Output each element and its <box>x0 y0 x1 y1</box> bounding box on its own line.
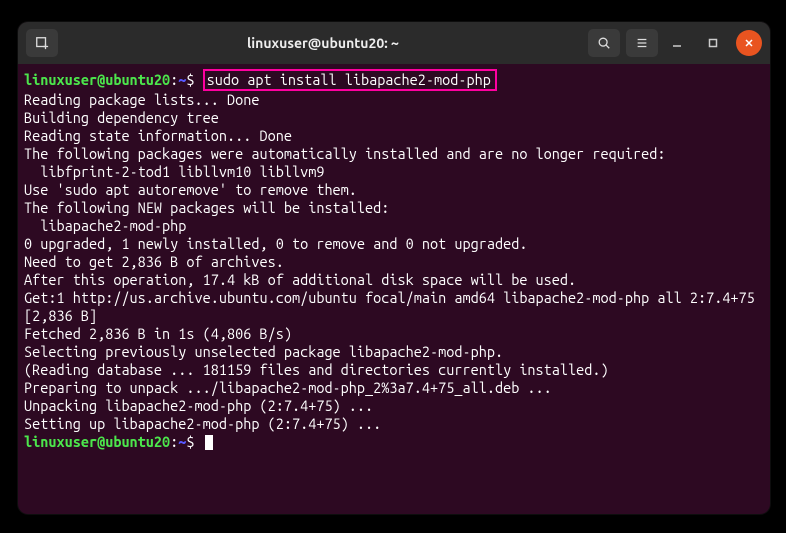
hamburger-icon <box>635 36 649 50</box>
output-line: After this operation, 17.4 kB of additio… <box>24 271 576 288</box>
output-line: The following packages were automaticall… <box>24 145 665 162</box>
output-line: Reading package lists... Done <box>24 91 259 108</box>
output-line: Unpacking libapache2-mod-php (2:7.4+75) … <box>24 397 373 414</box>
maximize-icon <box>707 37 719 49</box>
output-line: libfprint-2-tod1 libllvm10 libllvm9 <box>24 163 324 180</box>
output-line: (Reading database ... 181159 files and d… <box>24 361 609 378</box>
output-line: Selecting previously unselected package … <box>24 343 503 360</box>
output-line: 0 upgraded, 1 newly installed, 0 to remo… <box>24 235 527 252</box>
output-line: Need to get 2,836 B of archives. <box>24 253 284 270</box>
search-icon <box>597 36 611 50</box>
window-controls <box>664 30 762 56</box>
new-tab-icon <box>35 36 49 50</box>
cursor <box>205 435 213 450</box>
minimize-icon <box>671 37 683 49</box>
output-line: Use 'sudo apt autoremove' to remove them… <box>24 181 357 198</box>
command-text: sudo apt install libapache2-mod-php <box>207 71 491 88</box>
command-highlight: sudo apt install libapache2-mod-php <box>203 69 497 91</box>
output-line: Fetched 2,836 B in 1s (4,806 B/s) <box>24 325 292 342</box>
close-button[interactable] <box>736 30 762 56</box>
output-line: Setting up libapache2-mod-php (2:7.4+75)… <box>24 415 381 432</box>
titlebar: linuxuser@ubuntu20: ~ <box>18 22 770 64</box>
prompt-sigil: $ <box>186 433 194 450</box>
output-line: Reading state information... Done <box>24 127 292 144</box>
menu-button[interactable] <box>626 29 658 57</box>
new-tab-button[interactable] <box>26 29 58 57</box>
maximize-button[interactable] <box>700 30 726 56</box>
prompt-sigil: $ <box>186 71 194 88</box>
search-button[interactable] <box>588 29 620 57</box>
output-line: Get:1 http://us.archive.ubuntu.com/ubunt… <box>24 289 763 324</box>
window-title: linuxuser@ubuntu20: ~ <box>64 35 582 51</box>
prompt-user-host: linuxuser@ubuntu20 <box>24 71 170 88</box>
output-line: libapache2-mod-php <box>24 217 186 234</box>
output-line: Building dependency tree <box>24 109 219 126</box>
minimize-button[interactable] <box>664 30 690 56</box>
output-line: Preparing to unpack .../libapache2-mod-p… <box>24 379 552 396</box>
terminal-window: linuxuser@ubuntu20: ~ linuxuser@ubuntu20… <box>18 22 770 514</box>
prompt-user-host: linuxuser@ubuntu20 <box>24 433 170 450</box>
output-line: The following NEW packages will be insta… <box>24 199 389 216</box>
terminal-body[interactable]: linuxuser@ubuntu20:~$ sudo apt install l… <box>18 64 770 456</box>
close-icon <box>743 37 755 49</box>
